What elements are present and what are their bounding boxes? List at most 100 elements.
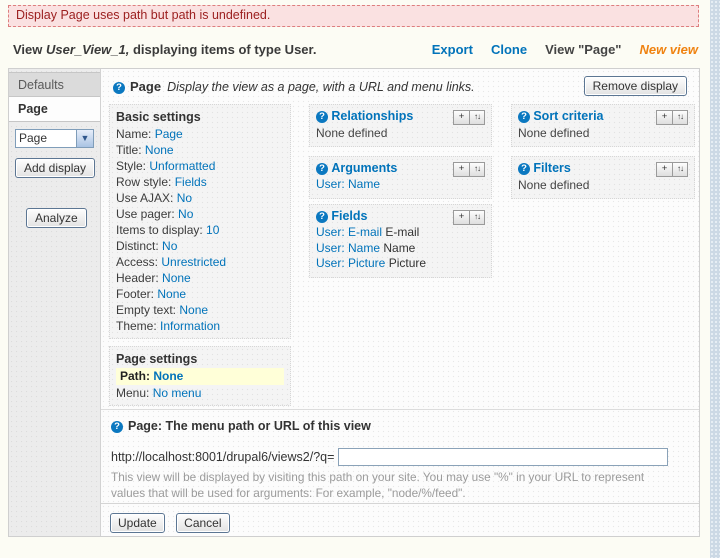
setting-row-use-pager: Use pager: No: [116, 207, 194, 221]
error-message: Display Page uses path but path is undef…: [8, 5, 699, 27]
help-icon[interactable]: ?: [518, 111, 530, 123]
setting-row-title: Title: None: [116, 143, 174, 157]
tab-page[interactable]: Page: [9, 97, 100, 122]
page-settings-box: Page settings Path: None Menu: No menu: [109, 346, 291, 406]
form-separator: [101, 409, 699, 410]
setting-row-row-style: Row style: Fields: [116, 175, 207, 189]
filters-title-link[interactable]: Filters: [533, 161, 571, 175]
url-prefix-text: http://localhost:8001/drupal6/views2/?q=: [111, 450, 335, 464]
setting-value-link[interactable]: No: [178, 207, 193, 221]
help-icon[interactable]: ?: [316, 111, 328, 123]
setting-row-style: Style: Unformatted: [116, 159, 216, 173]
sort-criteria-title-link[interactable]: Sort criteria: [533, 109, 603, 123]
form-actions: Update Cancel: [101, 503, 699, 536]
help-icon[interactable]: ?: [518, 163, 530, 175]
path-input[interactable]: [338, 448, 669, 466]
remove-display-button[interactable]: Remove display: [583, 76, 687, 96]
setting-value-link[interactable]: None: [145, 143, 174, 157]
setting-row-access: Access: Unrestricted: [116, 255, 227, 269]
field-item: User: Name Name: [316, 240, 416, 255]
clone-link[interactable]: Clone: [491, 42, 527, 57]
rearrange-icon[interactable]: ↑↓: [469, 163, 484, 176]
setting-row-use-ajax: Use AJAX: No: [116, 191, 193, 205]
argument-item: User: Name: [316, 177, 381, 191]
setting-value-link[interactable]: Unrestricted: [161, 255, 226, 269]
field-item: User: E-mail E-mail: [316, 225, 420, 239]
filters-bucket: ? Filters + ↑↓ None defined: [511, 156, 695, 199]
relationships-bucket: ? Relationships + ↑↓ None defined: [309, 104, 492, 147]
path-url-row: http://localhost:8001/drupal6/views2/?q=: [111, 448, 669, 466]
display-header: ? Page Display the view as a page, with a …: [113, 76, 693, 96]
rearrange-icon[interactable]: ↑↓: [672, 163, 687, 176]
theme-background-strip: [710, 0, 720, 558]
basic-settings-box: Basic settings Name: Page Title: None St…: [109, 104, 291, 339]
help-icon[interactable]: ?: [316, 163, 328, 175]
path-description: This view will be displayed by visiting …: [111, 470, 645, 500]
setting-row-path: Path: None: [116, 368, 284, 385]
setting-value-link[interactable]: None: [162, 271, 191, 285]
rearrange-icon[interactable]: ↑↓: [672, 111, 687, 124]
add-icon[interactable]: +: [454, 211, 469, 224]
basic-settings-heading: Basic settings: [116, 110, 201, 124]
display-type-select-value: Page: [19, 131, 48, 145]
new-view-link[interactable]: New view: [639, 42, 698, 57]
setting-value-link[interactable]: 10: [206, 223, 219, 237]
setting-row-theme: Theme: Information: [116, 319, 221, 333]
help-icon[interactable]: ?: [113, 82, 125, 94]
display-tabs-sidebar: Defaults Page Page ▼ Add display Analyze: [9, 69, 101, 536]
page-title: View User_View_1, displaying items of ty…: [13, 42, 317, 57]
setting-value-link[interactable]: No: [162, 239, 177, 253]
view-action-links: Export Clone View "Page" New view: [432, 42, 698, 57]
view-page-link[interactable]: View "Page": [545, 42, 621, 57]
setting-value-link[interactable]: Fields: [175, 175, 207, 189]
fields-bucket: ? Fields + ↑↓ User: E-mail E-mail User: N…: [309, 204, 492, 278]
setting-value-link[interactable]: Page: [155, 127, 183, 141]
error-message-text: Display Page uses path but path is undef…: [16, 8, 271, 22]
filters-empty-text: None defined: [518, 178, 590, 192]
display-description: Display the view as a page, with a URL a…: [167, 80, 475, 94]
setting-value-link[interactable]: Information: [160, 319, 220, 333]
path-value-link[interactable]: None: [153, 369, 183, 383]
setting-row-menu: Menu: No menu: [116, 386, 202, 400]
setting-value-link[interactable]: None: [157, 287, 186, 301]
sort-criteria-bucket: ? Sort criteria + ↑↓ None defined: [511, 104, 695, 147]
tab-defaults[interactable]: Defaults: [9, 72, 100, 97]
help-icon[interactable]: ?: [111, 421, 123, 433]
setting-value-link[interactable]: None: [179, 303, 208, 317]
chevron-down-icon: ▼: [76, 130, 93, 147]
relationships-empty-text: None defined: [316, 126, 388, 140]
setting-row-header: Header: None: [116, 271, 191, 285]
add-icon[interactable]: +: [657, 111, 672, 124]
cancel-button[interactable]: Cancel: [176, 513, 230, 533]
setting-row-footer: Footer: None: [116, 287, 187, 301]
menu-value-link[interactable]: No menu: [153, 386, 202, 400]
help-icon[interactable]: ?: [316, 211, 328, 223]
fields-title-link[interactable]: Fields: [331, 209, 367, 223]
path-form-title: ? Page: The menu path or URL of this view: [111, 419, 371, 433]
views-edit-container: Defaults Page Page ▼ Add display Analyze…: [8, 68, 700, 537]
update-button[interactable]: Update: [110, 513, 165, 533]
setting-value-link[interactable]: Unformatted: [149, 159, 215, 173]
add-display-button[interactable]: Add display: [15, 158, 96, 178]
field-item: User: Picture Picture: [316, 256, 427, 270]
add-icon[interactable]: +: [454, 111, 469, 124]
arguments-title-link[interactable]: Arguments: [331, 161, 397, 175]
setting-row-distinct: Distinct: No: [116, 239, 178, 253]
view-title-row: View User_View_1, displaying items of ty…: [13, 42, 698, 57]
analyze-button[interactable]: Analyze: [26, 208, 87, 228]
setting-row-name: Name: Page: [116, 127, 183, 141]
sort-criteria-empty-text: None defined: [518, 126, 590, 140]
setting-row-empty-text: Empty text: None: [116, 303, 209, 317]
export-link[interactable]: Export: [432, 42, 473, 57]
arguments-bucket: ? Arguments + ↑↓ User: Name: [309, 156, 492, 199]
display-type-select[interactable]: Page ▼: [15, 129, 94, 148]
setting-value-link[interactable]: No: [177, 191, 192, 205]
display-title: Page: [130, 79, 162, 94]
display-settings-panel: ? Page Display the view as a page, with a …: [101, 69, 699, 536]
relationships-title-link[interactable]: Relationships: [331, 109, 413, 123]
add-icon[interactable]: +: [657, 163, 672, 176]
rearrange-icon[interactable]: ↑↓: [469, 111, 484, 124]
add-icon[interactable]: +: [454, 163, 469, 176]
setting-row-items: Items to display: 10: [116, 223, 220, 237]
rearrange-icon[interactable]: ↑↓: [469, 211, 484, 224]
